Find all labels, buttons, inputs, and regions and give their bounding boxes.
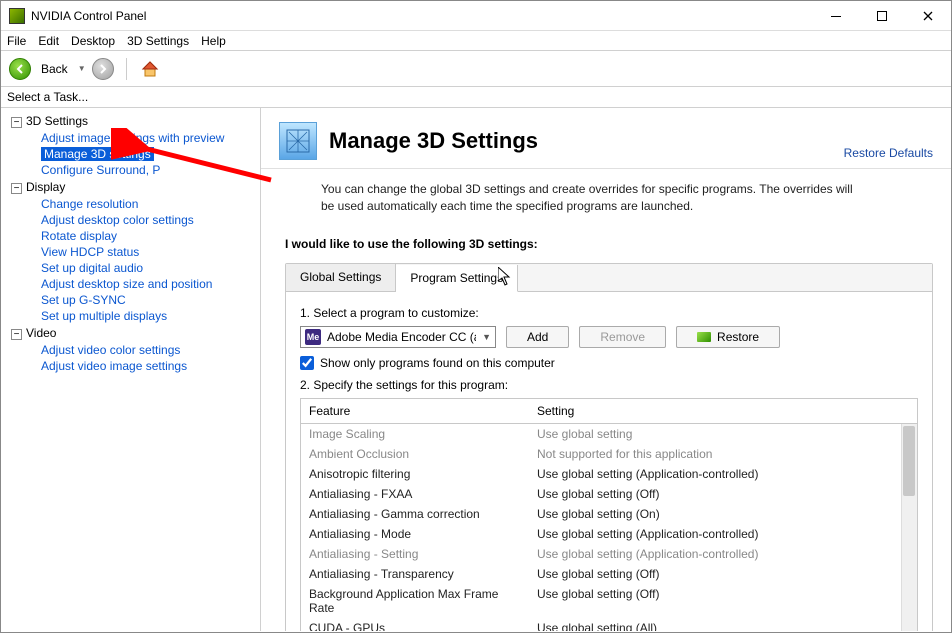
th-setting[interactable]: Setting [529,399,917,424]
menu-3d-settings[interactable]: 3D Settings [127,34,189,48]
back-button[interactable] [9,58,31,80]
tree-category-3d-settings[interactable]: −3D Settings [1,112,260,130]
table-row[interactable]: Ambient OcclusionNot supported for this … [301,444,917,464]
task-header: Select a Task... [1,87,951,108]
cell-setting: Use global setting (On) [529,504,917,524]
window-title: NVIDIA Control Panel [31,9,813,23]
tree-item-gsync[interactable]: Set up G-SYNC [1,292,260,308]
cell-feature: Ambient Occlusion [301,444,529,464]
cell-feature: Antialiasing - Mode [301,524,529,544]
cell-feature: CUDA - GPUs [301,618,529,631]
page-icon [279,122,317,160]
cell-feature: Antialiasing - Transparency [301,564,529,584]
tree-item-video-color[interactable]: Adjust video color settings [1,342,260,358]
cell-feature: Image Scaling [301,424,529,444]
menu-help[interactable]: Help [201,34,226,48]
cell-setting: Use global setting (All) [529,618,917,631]
cell-feature: Antialiasing - Gamma correction [301,504,529,524]
nvidia-icon [697,332,711,342]
cell-setting: Use global setting (Off) [529,584,917,618]
settings-table: Feature Setting Image ScalingUse global … [300,398,918,631]
tree-item-rotate-display[interactable]: Rotate display [1,228,260,244]
home-button[interactable] [139,58,161,80]
toolbar-separator [126,58,127,80]
table-row[interactable]: CUDA - GPUsUse global setting (All) [301,618,917,631]
cell-setting: Not supported for this application [529,444,917,464]
minimize-button[interactable] [813,1,859,31]
table-row[interactable]: Antialiasing - FXAAUse global setting (O… [301,484,917,504]
content-pane: Manage 3D Settings Restore Defaults You … [261,108,951,631]
tree-item-adjust-desktop-color[interactable]: Adjust desktop color settings [1,212,260,228]
menu-desktop[interactable]: Desktop [71,34,115,48]
cell-setting: Use global setting (Application-controll… [529,464,917,484]
settings-panel: Global Settings Program Settings 1. Sele… [285,263,933,631]
tree-item-manage-3d-settings[interactable]: Manage 3D settings [1,146,260,162]
cell-feature: Antialiasing - FXAA [301,484,529,504]
tree-item-multiple-displays[interactable]: Set up multiple displays [1,308,260,324]
maximize-button[interactable] [859,1,905,31]
tree-item-adjust-image-settings[interactable]: Adjust image settings with preview [1,130,260,146]
scrollbar-thumb[interactable] [903,426,915,496]
menubar: File Edit Desktop 3D Settings Help [1,31,951,51]
tab-global-settings[interactable]: Global Settings [286,264,396,291]
page-title: Manage 3D Settings [329,128,844,154]
table-row[interactable]: Anisotropic filteringUse global setting … [301,464,917,484]
titlebar: NVIDIA Control Panel [1,1,951,31]
forward-button[interactable] [92,58,114,80]
program-select-text: Adobe Media Encoder CC (adob... [327,330,476,344]
chevron-down-icon: ▼ [482,332,491,342]
step1-label: 1. Select a program to customize: [300,306,918,320]
show-only-found-checkbox[interactable] [300,356,314,370]
cell-feature: Antialiasing - Setting [301,544,529,564]
cell-feature: Background Application Max Frame Rate [301,584,529,618]
page-description: You can change the global 3D settings an… [261,169,881,219]
cell-setting: Use global setting (Off) [529,484,917,504]
step2-label: 2. Specify the settings for this program… [300,378,918,392]
restore-button[interactable]: Restore [676,326,780,348]
cell-setting: Use global setting [529,424,917,444]
tree-item-configure-surround[interactable]: Configure Surround, P [1,162,260,178]
cell-setting: Use global setting (Application-controll… [529,524,917,544]
tab-program-settings[interactable]: Program Settings [396,265,518,292]
back-history-dropdown[interactable]: ▼ [78,64,86,73]
th-feature[interactable]: Feature [301,399,529,424]
tree-item-video-image[interactable]: Adjust video image settings [1,358,260,374]
collapse-icon[interactable]: − [11,183,22,194]
cell-setting: Use global setting (Application-controll… [529,544,917,564]
table-row[interactable]: Antialiasing - Gamma correctionUse globa… [301,504,917,524]
tree-item-change-resolution[interactable]: Change resolution [1,196,260,212]
tree-item-view-hdcp[interactable]: View HDCP status [1,244,260,260]
menu-edit[interactable]: Edit [38,34,59,48]
back-label: Back [41,62,68,76]
close-button[interactable] [905,1,951,31]
table-row[interactable]: Antialiasing - SettingUse global setting… [301,544,917,564]
tree-item-digital-audio[interactable]: Set up digital audio [1,260,260,276]
cell-setting: Use global setting (Off) [529,564,917,584]
toolbar: Back ▼ [1,51,951,87]
scrollbar[interactable] [901,424,917,631]
program-select[interactable]: Me Adobe Media Encoder CC (adob... ▼ [300,326,496,348]
table-row[interactable]: Antialiasing - TransparencyUse global se… [301,564,917,584]
restore-defaults-link[interactable]: Restore Defaults [844,146,933,160]
checkbox-label: Show only programs found on this compute… [320,356,555,370]
task-sidebar: −3D Settings Adjust image settings with … [1,108,261,631]
cell-feature: Anisotropic filtering [301,464,529,484]
nvidia-app-icon [9,8,25,24]
settings-tabs: Global Settings Program Settings [286,264,932,292]
menu-file[interactable]: File [7,34,26,48]
table-row[interactable]: Background Application Max Frame RateUse… [301,584,917,618]
tree-category-display[interactable]: −Display [1,178,260,196]
collapse-icon[interactable]: − [11,329,22,340]
tree-item-desktop-size-position[interactable]: Adjust desktop size and position [1,276,260,292]
app-icon-media-encoder: Me [305,329,321,345]
add-button[interactable]: Add [506,326,569,348]
collapse-icon[interactable]: − [11,117,22,128]
tree-category-video[interactable]: −Video [1,324,260,342]
table-row[interactable]: Antialiasing - ModeUse global setting (A… [301,524,917,544]
table-row[interactable]: Image ScalingUse global setting [301,424,917,444]
remove-button: Remove [579,326,666,348]
section-label: I would like to use the following 3D set… [261,219,951,257]
